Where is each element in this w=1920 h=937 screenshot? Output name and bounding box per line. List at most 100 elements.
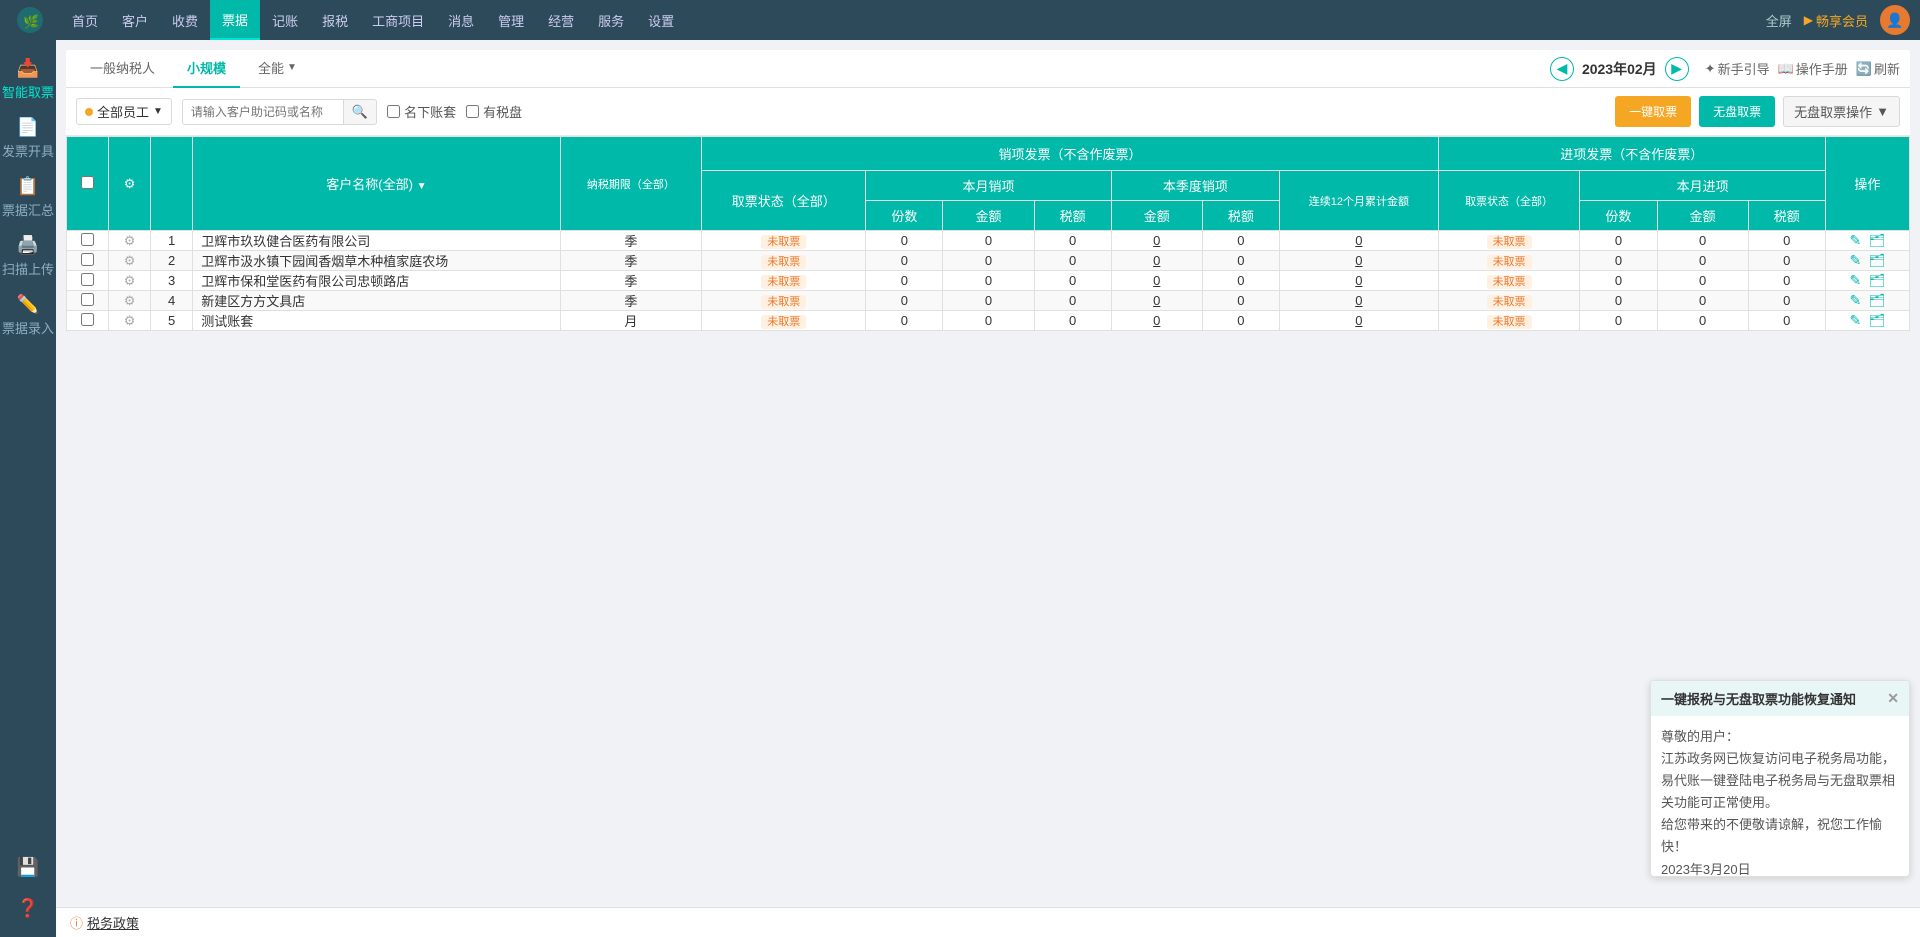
row-sm-amount: 0 bbox=[943, 271, 1034, 291]
sidebar-item-scan-upload[interactable]: 🖨️ 扫描上传 bbox=[0, 227, 56, 286]
actions-col-header: 操作 bbox=[1825, 137, 1909, 231]
nav-operation[interactable]: 经营 bbox=[536, 0, 586, 40]
account-filter-label[interactable]: 名下账套 bbox=[387, 102, 456, 121]
invoice-table: ⚙ 客户名称(全部) ▼ 纳税期限（全部） 销项发票（不含作废票） 进项发票（不… bbox=[66, 136, 1910, 331]
account-checkbox[interactable] bbox=[387, 105, 400, 118]
select-all-checkbox[interactable] bbox=[81, 176, 94, 189]
refresh-btn[interactable]: 🔄 刷新 bbox=[1856, 59, 1900, 78]
edit-icon[interactable]: ✎ bbox=[1849, 312, 1861, 328]
row-settings-icon[interactable]: ⚙ bbox=[124, 293, 136, 308]
row-checkbox[interactable] bbox=[81, 293, 94, 306]
row-pm-amount: 0 bbox=[1657, 231, 1748, 251]
customer-col-header: 客户名称(全部) ▼ bbox=[193, 137, 560, 231]
row-checkbox[interactable] bbox=[81, 253, 94, 266]
row-checkbox[interactable] bbox=[81, 233, 94, 246]
new-guide-btn[interactable]: ✦ 新手引导 bbox=[1705, 59, 1770, 78]
edit-icon[interactable]: ✎ bbox=[1849, 252, 1861, 268]
nav-service[interactable]: 服务 bbox=[586, 0, 636, 40]
row-sq-amount: 0 bbox=[1111, 311, 1202, 331]
row-settings-icon[interactable]: ⚙ bbox=[124, 313, 136, 328]
sidebar-download[interactable]: 💾 bbox=[0, 849, 56, 886]
edit-icon[interactable]: ✎ bbox=[1849, 272, 1861, 288]
row-s12-amount: 0 bbox=[1279, 231, 1438, 251]
view-icon[interactable]: 🗂 bbox=[1869, 313, 1886, 328]
row-pm-tax: 0 bbox=[1748, 231, 1825, 251]
row-settings-icon[interactable]: ⚙ bbox=[124, 253, 136, 268]
nav-home[interactable]: 首页 bbox=[60, 0, 110, 40]
notification-popup: 一键报税与无盘取票功能恢复通知 ✕ 尊敬的用户： 江苏政务网已恢复访问电子税务局… bbox=[1650, 680, 1910, 877]
sidebar-item-invoice-summary[interactable]: 📋 票据汇总 bbox=[0, 168, 56, 227]
tax-disk-filter-label[interactable]: 有税盘 bbox=[466, 102, 522, 121]
period-next-btn[interactable]: ▶ bbox=[1665, 57, 1689, 81]
row-no: 4 bbox=[151, 291, 193, 311]
row-sq-tax: 0 bbox=[1202, 311, 1279, 331]
employee-filter[interactable]: 全部员工 ▼ bbox=[76, 98, 172, 125]
popup-close-btn[interactable]: ✕ bbox=[1887, 690, 1899, 707]
row-period: 季 bbox=[560, 251, 702, 271]
row-settings-icon[interactable]: ⚙ bbox=[124, 233, 136, 248]
manual-btn[interactable]: 📖 操作手册 bbox=[1778, 59, 1848, 78]
row-pm-count: 0 bbox=[1580, 231, 1657, 251]
row-purchase-status: 未取票 bbox=[1438, 311, 1580, 331]
search-input[interactable] bbox=[183, 101, 343, 123]
one-click-btn[interactable]: 一键取票 bbox=[1615, 96, 1691, 127]
user-avatar[interactable]: 👤 bbox=[1880, 5, 1910, 35]
bottom-bar: ⓘ 税务政策 bbox=[56, 907, 1920, 937]
sales-12month-header: 连续12个月累计金额 bbox=[1279, 171, 1438, 231]
no-disk-btn[interactable]: 无盘取票 bbox=[1699, 96, 1775, 127]
row-pm-count: 0 bbox=[1580, 271, 1657, 291]
sidebar-item-smart-invoice[interactable]: 📥 智能取票 bbox=[0, 50, 56, 109]
nav-settings[interactable]: 设置 bbox=[636, 0, 686, 40]
sidebar-help[interactable]: ❓ bbox=[0, 890, 56, 927]
row-sm-amount: 0 bbox=[943, 231, 1034, 251]
nav-bookkeeping[interactable]: 记账 bbox=[260, 0, 310, 40]
tab-general-taxpayer[interactable]: 一般纳税人 bbox=[76, 50, 169, 88]
row-s12-amount: 0 bbox=[1279, 271, 1438, 291]
account-label: 名下账套 bbox=[404, 102, 456, 121]
employee-dot bbox=[85, 108, 93, 116]
view-icon[interactable]: 🗂 bbox=[1869, 273, 1886, 288]
sidebar-item-invoice-entry[interactable]: ✏️ 票据录入 bbox=[0, 286, 56, 345]
no-disk-ops-btn[interactable]: 无盘取票操作 ▼ bbox=[1783, 96, 1900, 127]
tab-small-scale[interactable]: 小规模 bbox=[173, 50, 240, 88]
member-btn[interactable]: ▶ 畅享会员 bbox=[1804, 11, 1868, 30]
row-checkbox[interactable] bbox=[81, 273, 94, 286]
row-pm-count: 0 bbox=[1580, 311, 1657, 331]
sidebar-label-summary: 票据汇总 bbox=[2, 200, 54, 219]
filter-right-buttons: 一键取票 无盘取票 无盘取票操作 ▼ bbox=[1615, 96, 1900, 127]
filter-bar: 全部员工 ▼ 🔍 名下账套 有税盘 一键取票 无盘取票 无盘取票操作 ▼ bbox=[66, 88, 1910, 136]
tab-all[interactable]: 全能 ▼ bbox=[244, 50, 311, 88]
row-sm-tax: 0 bbox=[1034, 271, 1111, 291]
tax-policy-link[interactable]: 税务政策 bbox=[87, 913, 139, 932]
edit-icon[interactable]: ✎ bbox=[1849, 292, 1861, 308]
no-col-header bbox=[151, 137, 193, 231]
nav-invoice[interactable]: 票据 bbox=[210, 0, 260, 40]
nav-tax[interactable]: 报税 bbox=[310, 0, 360, 40]
tab-actions: ✦ 新手引导 📖 操作手册 🔄 刷新 bbox=[1705, 59, 1900, 78]
view-icon[interactable]: 🗂 bbox=[1869, 293, 1886, 308]
nav-customer[interactable]: 客户 bbox=[110, 0, 160, 40]
sidebar-label-smart: 智能取票 bbox=[2, 82, 54, 101]
search-button[interactable]: 🔍 bbox=[343, 100, 376, 124]
nav-business[interactable]: 工商项目 bbox=[360, 0, 436, 40]
period-nav: ◀ 2023年02月 ▶ bbox=[1550, 57, 1689, 81]
fullscreen-btn[interactable]: 全屏 bbox=[1766, 11, 1792, 30]
sidebar-item-invoice-issue[interactable]: 📄 发票开具 bbox=[0, 109, 56, 168]
row-sales-status: 未取票 bbox=[702, 311, 866, 331]
row-actions: ✎ 🗂 bbox=[1825, 231, 1909, 251]
tax-period-col-header: 纳税期限（全部） bbox=[560, 137, 702, 231]
search-box: 🔍 bbox=[182, 99, 377, 125]
view-icon[interactable]: 🗂 bbox=[1869, 253, 1886, 268]
row-settings-icon[interactable]: ⚙ bbox=[124, 273, 136, 288]
row-actions: ✎ 🗂 bbox=[1825, 271, 1909, 291]
row-checkbox[interactable] bbox=[81, 313, 94, 326]
nav-billing[interactable]: 收费 bbox=[160, 0, 210, 40]
nav-manage[interactable]: 管理 bbox=[486, 0, 536, 40]
tax-disk-checkbox[interactable] bbox=[466, 105, 479, 118]
period-prev-btn[interactable]: ◀ bbox=[1550, 57, 1574, 81]
invoice-issue-icon: 📄 bbox=[17, 117, 39, 138]
nav-message[interactable]: 消息 bbox=[436, 0, 486, 40]
view-icon[interactable]: 🗂 bbox=[1869, 233, 1886, 248]
pm-tax-header: 税额 bbox=[1748, 201, 1825, 231]
edit-icon[interactable]: ✎ bbox=[1849, 232, 1861, 248]
